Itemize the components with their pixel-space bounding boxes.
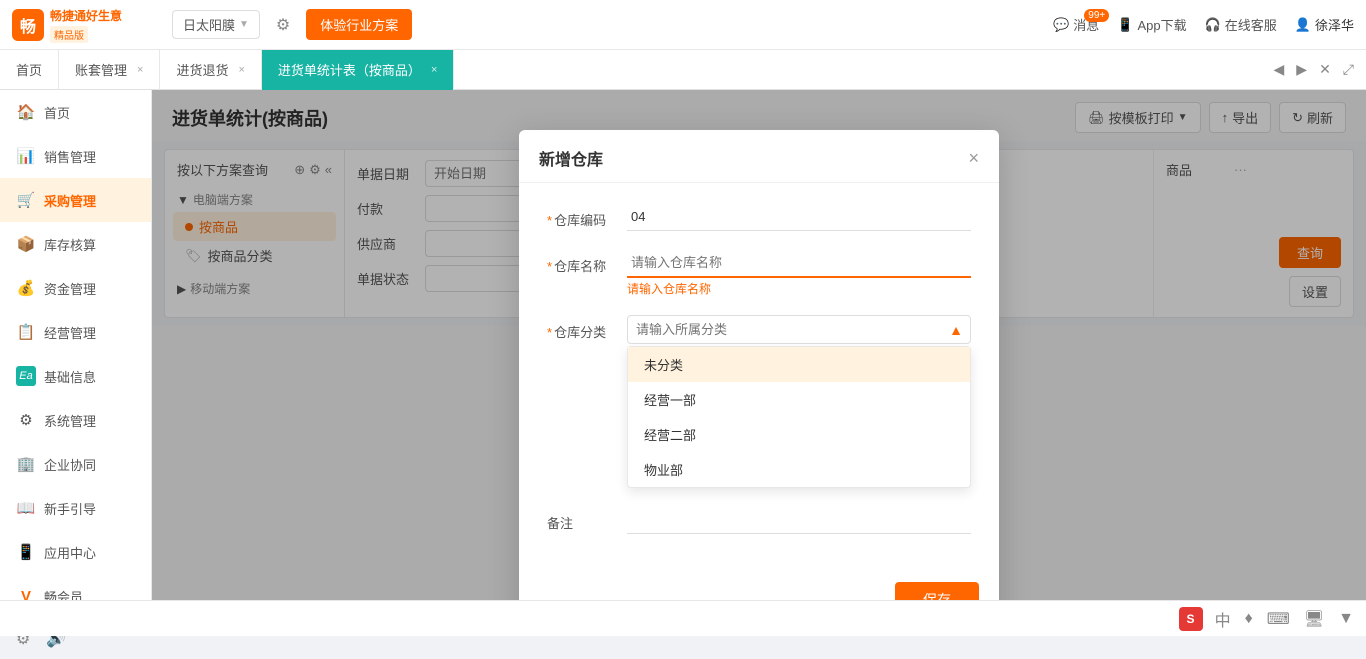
form-row-category: 仓库分类 ▲ 未分类 经营一部 经营二部 物业部 (547, 315, 971, 488)
form-row-code: 仓库编码 (547, 203, 971, 231)
tab-home[interactable]: 首页 (0, 50, 59, 90)
dropdown-item-uncategorized[interactable]: 未分类 (628, 347, 970, 382)
app-download-button[interactable]: 📱 App下载 (1117, 15, 1186, 34)
decoration-icon: ♦ (1245, 610, 1253, 628)
logo-area: 畅 畅捷通好生意 精品版 (12, 7, 162, 43)
top-actions: ⚙ 体验行业方案 (276, 9, 412, 40)
home-icon: 🏠 (16, 102, 36, 122)
close-icon[interactable]: × (238, 64, 244, 76)
code-input[interactable] (627, 203, 971, 231)
sidebar: 🏠 首页 📊 销售管理 🛒 采购管理 📦 库存核算 💰 资金管理 📋 经营管理 … (0, 90, 152, 636)
keyboard-icon[interactable]: ⌨ (1267, 609, 1290, 629)
name-field: 请输入仓库名称 (627, 249, 971, 297)
chinese-input-icon[interactable]: 中 (1215, 607, 1231, 631)
category-dropdown: 未分类 经营一部 经营二部 物业部 (627, 346, 971, 488)
dropdown-item-dept1[interactable]: 经营一部 (628, 382, 970, 417)
tab-purchase-return[interactable]: 进货退货 × (160, 50, 261, 90)
dialog-close-button[interactable]: × (968, 148, 979, 169)
s-icon: S (1179, 607, 1203, 631)
sidebar-item-sales[interactable]: 📊 销售管理 (0, 134, 151, 178)
content-area: 进货单统计(按商品) 🖨 按模板打印 ▼ ↑ 导出 ↻ 刷新 (152, 90, 1366, 636)
sidebar-item-basic-info[interactable]: Ea 基础信息 (0, 354, 151, 398)
system-icon: ⚙ (16, 410, 36, 430)
notes-input[interactable] (627, 506, 971, 534)
name-input[interactable] (627, 249, 971, 278)
notes-label: 备注 (547, 506, 627, 532)
logo-text: 畅捷通好生意 精品版 (50, 7, 122, 43)
code-label: 仓库编码 (547, 203, 627, 229)
headset-icon: 🎧 (1205, 17, 1221, 33)
tab-close-all[interactable]: ✕ (1315, 59, 1335, 80)
tab-nav-prev[interactable]: ◀ (1270, 59, 1289, 80)
expand-icon[interactable]: ▼ (1338, 610, 1354, 628)
form-row-name: 仓库名称 请输入仓库名称 (547, 249, 971, 297)
top-bar: 畅 畅捷通好生意 精品版 日太阳膜 ▼ ⚙ 体验行业方案 💬 消息 99+ 📱 … (0, 0, 1366, 50)
dropdown-item-property[interactable]: 物业部 (628, 452, 970, 487)
modal-overlay: 新增仓库 × 仓库编码 仓库名称 (152, 90, 1366, 636)
tab-controls: ◀ ▶ ✕ ⤢ (1262, 59, 1366, 80)
sidebar-item-enterprise[interactable]: 🏢 企业协同 (0, 442, 151, 486)
category-select-wrapper: ▲ (627, 315, 971, 344)
dialog-body: 仓库编码 仓库名称 请输入仓库名称 (519, 183, 999, 572)
sidebar-item-operations[interactable]: 📋 经营管理 (0, 310, 151, 354)
chevron-down-icon: ▼ (239, 19, 249, 30)
sidebar-item-newbie[interactable]: 📖 新手引导 (0, 486, 151, 530)
code-field (627, 203, 971, 231)
tab-purchase-stats[interactable]: 进货单统计表（按商品） × (262, 50, 454, 90)
purchase-icon: 🛒 (16, 190, 36, 210)
dialog-title: 新增仓库 (539, 146, 603, 170)
close-icon[interactable]: × (431, 64, 437, 76)
message-icon: 💬 (1053, 17, 1069, 33)
chevron-up-icon[interactable]: ▲ (949, 322, 963, 338)
sidebar-item-inventory[interactable]: 📦 库存核算 (0, 222, 151, 266)
apps-icon: 📱 (16, 542, 36, 562)
dialog-header: 新增仓库 × (519, 130, 999, 183)
dropdown-item-dept2[interactable]: 经营二部 (628, 417, 970, 452)
inventory-icon: 📦 (16, 234, 36, 254)
sidebar-item-apps[interactable]: 📱 应用中心 (0, 530, 151, 574)
bottom-bar: S 中 ♦ ⌨ 🖥 ▼ (0, 600, 1366, 636)
add-warehouse-dialog: 新增仓库 × 仓库编码 仓库名称 (519, 130, 999, 636)
main-layout: 🏠 首页 📊 销售管理 🛒 采购管理 📦 库存核算 💰 资金管理 📋 经营管理 … (0, 90, 1366, 636)
sidebar-item-purchase[interactable]: 🛒 采购管理 (0, 178, 151, 222)
sidebar-item-system[interactable]: ⚙ 系统管理 (0, 398, 151, 442)
form-row-notes: 备注 (547, 506, 971, 534)
tab-expand[interactable]: ⤢ (1339, 59, 1358, 80)
trial-button[interactable]: 体验行业方案 (306, 9, 412, 40)
online-service-button[interactable]: 🎧 在线客服 (1205, 15, 1277, 34)
newbie-icon: 📖 (16, 498, 36, 518)
category-field: ▲ 未分类 经营一部 经营二部 物业部 (627, 315, 971, 488)
category-input[interactable] (627, 315, 971, 344)
user-icon: 👤 (1295, 17, 1311, 33)
finance-icon: 💰 (16, 278, 36, 298)
name-error-msg: 请输入仓库名称 (627, 280, 971, 297)
store-selector[interactable]: 日太阳膜 ▼ (172, 10, 260, 39)
s-logo: S (1179, 607, 1203, 631)
operations-icon: 📋 (16, 322, 36, 342)
enterprise-icon: 🏢 (16, 454, 36, 474)
category-label: 仓库分类 (547, 315, 627, 341)
tab-nav-next[interactable]: ▶ (1292, 59, 1311, 80)
close-icon[interactable]: × (137, 64, 143, 76)
tab-bar: 首页 账套管理 × 进货退货 × 进货单统计表（按商品） × ◀ ▶ ✕ ⤢ (0, 50, 1366, 90)
tab-account[interactable]: 账套管理 × (59, 50, 160, 90)
logo-icon: 畅 (12, 9, 44, 41)
sales-icon: 📊 (16, 146, 36, 166)
top-right: 💬 消息 99+ 📱 App下载 🎧 在线客服 👤 徐泽华 (1053, 15, 1354, 34)
bottom-icons: 中 ♦ ⌨ 🖥 ▼ (1215, 607, 1354, 631)
name-label: 仓库名称 (547, 249, 627, 275)
phone-icon: 📱 (1117, 17, 1133, 33)
monitor-icon[interactable]: 🖥 (1304, 609, 1324, 629)
notes-field (627, 506, 971, 534)
basic-info-icon: Ea (16, 366, 36, 386)
gear-icon[interactable]: ⚙ (276, 15, 290, 35)
sidebar-item-home[interactable]: 🏠 首页 (0, 90, 151, 134)
sidebar-item-finance[interactable]: 💰 资金管理 (0, 266, 151, 310)
message-button[interactable]: 💬 消息 99+ (1053, 15, 1099, 34)
user-menu[interactable]: 👤 徐泽华 (1295, 15, 1354, 34)
